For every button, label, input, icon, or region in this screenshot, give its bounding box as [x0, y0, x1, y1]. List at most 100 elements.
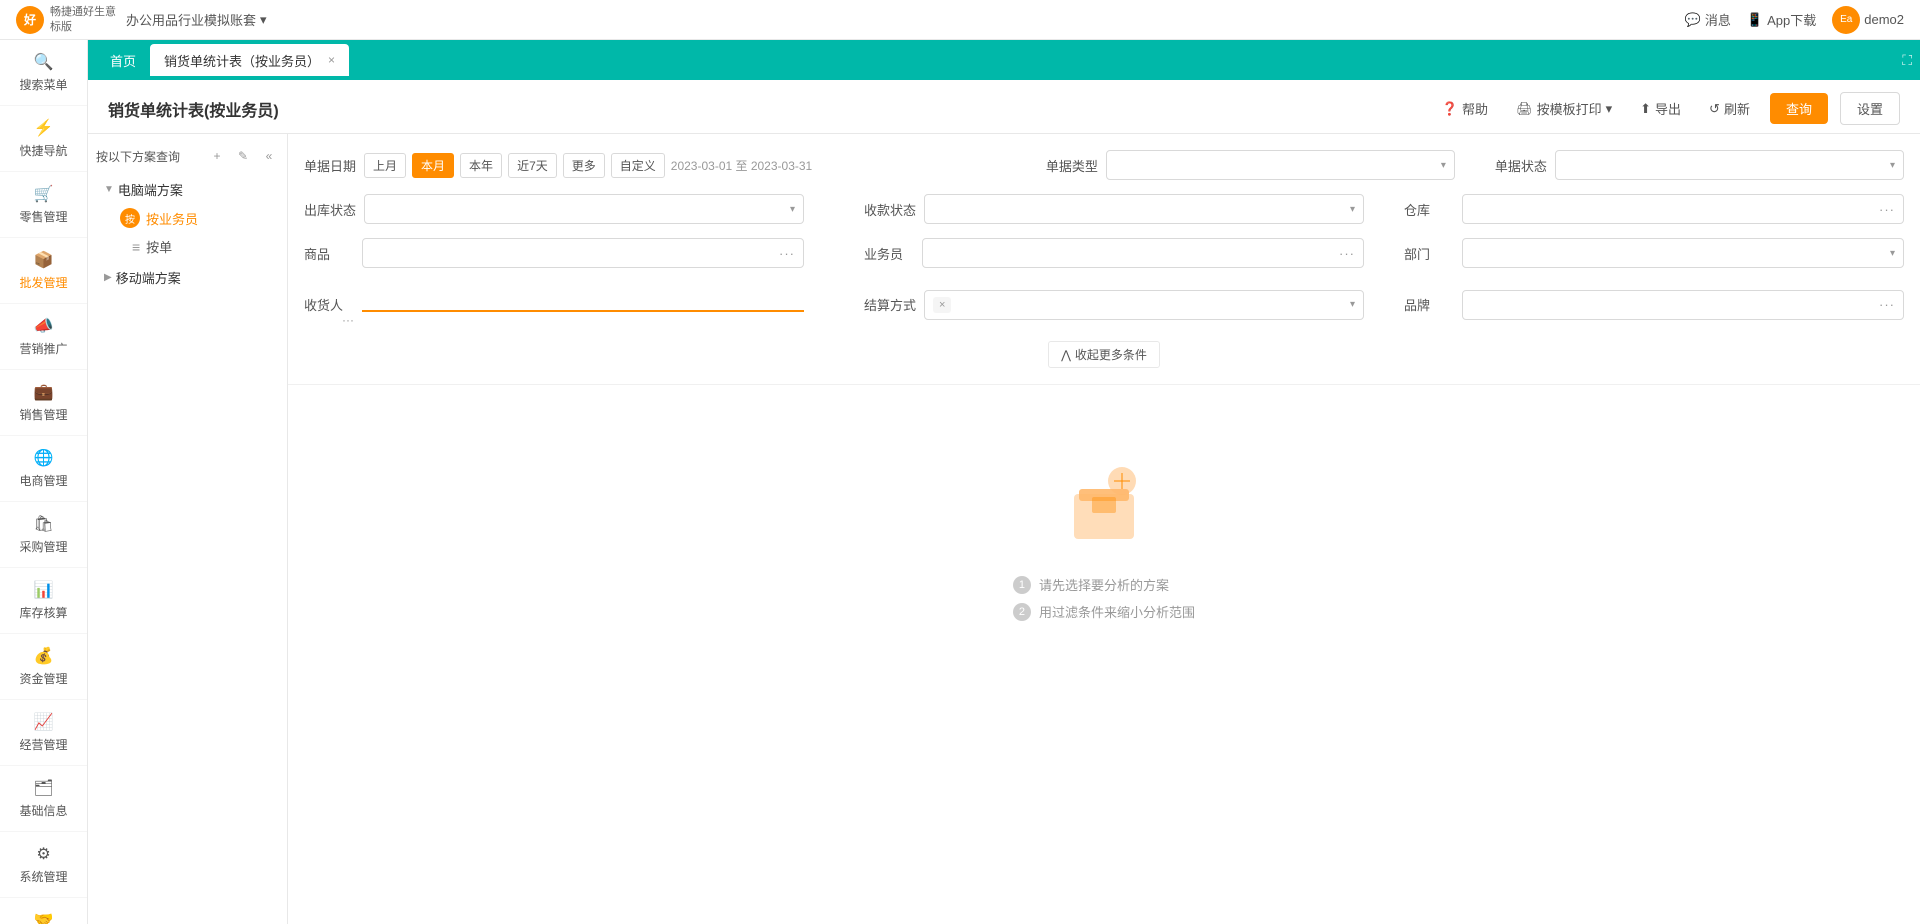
goods-dots-icon: ··· [779, 246, 795, 261]
avatar: Ea [1832, 6, 1860, 34]
out-status-select[interactable]: ▾ [364, 194, 804, 224]
tab-active[interactable]: 销货单统计表（按业务员） × [150, 44, 349, 76]
search-icon: 🔍 [4, 52, 83, 72]
date-btn-7days[interactable]: 近7天 [508, 153, 557, 178]
app-download-btn[interactable]: 📱 App下载 [1747, 10, 1816, 29]
tree-leaf-order[interactable]: ≡ 按单 [112, 233, 279, 260]
collect-status-select[interactable]: ▾ [924, 194, 1364, 224]
page-actions: ❓ 帮助 🖨 按模板打印 ▾ ⬆ 导出 ↺ [1434, 92, 1900, 125]
sales-select[interactable]: ··· [922, 238, 1364, 268]
top-bar: 好 畅捷通好生意 标版 办公用品行业模拟账套 ▾ 💬 消息 📱 App下载 [0, 0, 1920, 40]
filter-section: 单据日期 上月 本月 本年 近7天 更多 自定义 2023-03-01 至 20… [304, 150, 1904, 681]
tip-num-1: 1 [1013, 576, 1031, 594]
export-icon: ⬆ [1640, 101, 1651, 117]
sidebar-item-retail[interactable]: 🛒 零售管理 [0, 172, 87, 238]
empty-tip-1: 1 请先选择要分析的方案 [1013, 575, 1195, 594]
sidebar-item-operations[interactable]: 📈 经营管理 [0, 700, 87, 766]
collapse-icon: « [266, 149, 273, 163]
collapse-btn[interactable]: ⋀ 收起更多条件 [1048, 341, 1160, 368]
sidebar-item-quicknav[interactable]: ⚡ 快捷导航 [0, 106, 87, 172]
date-btn-lastmonth[interactable]: 上月 [364, 153, 406, 178]
page-content: 销货单统计表(按业务员) ❓ 帮助 🖨 按模板打印 ▾ ⬆ [88, 80, 1920, 924]
user-menu[interactable]: Ea demo2 [1832, 6, 1904, 34]
message-btn[interactable]: 💬 消息 [1685, 10, 1731, 29]
tab-close-btn[interactable]: × [328, 53, 335, 67]
panel-header: 按以下方案查询 + ✎ « [96, 146, 279, 166]
brand-select[interactable]: ··· [1462, 290, 1904, 320]
sidebar-item-basicinfo[interactable]: 🗂 基础信息 [0, 766, 87, 832]
sidebar-item-purchase[interactable]: 🛍 采购管理 [0, 502, 87, 568]
dept-select[interactable]: ▾ [1462, 238, 1904, 268]
tree-leaf-salesperson[interactable]: 按 按业务员 [112, 203, 279, 233]
tree-desktop-header[interactable]: ▼ 电脑端方案 [96, 176, 279, 203]
help-btn[interactable]: ❓ 帮助 [1434, 95, 1496, 122]
print-icon: 🖨 [1516, 101, 1533, 117]
filter-divider [288, 384, 1920, 385]
tree-collapse-icon: ▶ [104, 272, 112, 283]
date-range-display: 2023-03-01 至 2023-03-31 [671, 157, 812, 174]
date-btn-thismonth[interactable]: 本月 [412, 153, 454, 178]
filter-date-item: 单据日期 上月 本月 本年 近7天 更多 自定义 2023-03-01 至 20… [304, 153, 986, 178]
date-btn-thisyear[interactable]: 本年 [460, 153, 502, 178]
pay-method-select[interactable]: × ▾ [924, 290, 1364, 320]
left-panel: 按以下方案查询 + ✎ « [88, 134, 288, 924]
export-btn[interactable]: ⬆ 导出 [1632, 95, 1689, 122]
settings-btn[interactable]: 设置 [1840, 92, 1900, 125]
sidebar-item-finance[interactable]: 💰 资金管理 [0, 634, 87, 700]
filter-row-1: 单据日期 上月 本月 本年 近7天 更多 自定义 2023-03-01 至 20… [304, 150, 1904, 180]
tree-mobile-header[interactable]: ▶ 移动端方案 [96, 264, 279, 291]
add-scheme-btn[interactable]: + [207, 146, 227, 166]
empty-tips: 1 请先选择要分析的方案 2 用过滤条件来缩小分析范围 [1013, 575, 1195, 621]
date-btn-more[interactable]: 更多 [563, 153, 605, 178]
cooperation-icon: 🤝 [4, 910, 83, 924]
sidebar-item-sales[interactable]: 💼 销售管理 [0, 370, 87, 436]
tab-home[interactable]: 首页 [96, 44, 150, 76]
filter-doctype-item: 单据类型 ▾ [1046, 150, 1455, 180]
doc-type-select[interactable]: ▾ [1106, 150, 1455, 180]
receiver-input[interactable] [362, 282, 804, 312]
pay-method-clear-btn[interactable]: × [939, 299, 945, 311]
sidebar-item-wholesale[interactable]: 📦 批发管理 [0, 238, 87, 304]
sidebar-item-ecommerce[interactable]: 🌐 电商管理 [0, 436, 87, 502]
sidebar-item-system[interactable]: ⚙ 系统管理 [0, 832, 87, 898]
brand-dots-icon: ··· [1879, 297, 1895, 312]
filter-docstatus-item: 单据状态 ▾ [1495, 150, 1904, 180]
refresh-btn[interactable]: ↺ 刷新 [1701, 95, 1758, 122]
warehouse-select[interactable]: ··· [1462, 194, 1904, 224]
doc-status-select[interactable]: ▾ [1555, 150, 1904, 180]
edit-scheme-btn[interactable]: ✎ [233, 146, 253, 166]
message-icon: 💬 [1685, 12, 1701, 28]
print-dropdown-icon: ▾ [1606, 101, 1613, 117]
app-container: 好 畅捷通好生意 标版 办公用品行业模拟账套 ▾ 💬 消息 📱 App下载 [0, 0, 1920, 924]
sidebar-item-inventory[interactable]: 📊 库存核算 [0, 568, 87, 634]
logo-text: 畅捷通好生意 标版 [50, 5, 116, 34]
edit-icon: ✎ [238, 149, 248, 163]
tree-expand-icon: ▼ [104, 184, 114, 195]
logo-area: 好 畅捷通好生意 标版 [16, 5, 116, 34]
refresh-icon: ↺ [1709, 101, 1720, 117]
date-btn-custom[interactable]: 自定义 [611, 153, 665, 178]
sidebar-item-cooperation[interactable]: 🤝 企业协同 [0, 898, 87, 924]
finance-icon: 💰 [4, 646, 83, 666]
collapse-panel-btn[interactable]: « [259, 146, 279, 166]
pay-method-chip: × [933, 297, 951, 313]
filter-date-group: 上月 本月 本年 近7天 更多 自定义 2023-03-01 至 2023-03… [364, 153, 986, 178]
empty-state: 1 请先选择要分析的方案 2 用过滤条件来缩小分析范围 [304, 399, 1904, 681]
query-btn[interactable]: 查询 [1770, 93, 1828, 124]
tab-maximize-btn[interactable]: ⛶ [1902, 52, 1912, 69]
panel-header-icons: + ✎ « [207, 146, 279, 166]
account-dropdown[interactable]: 办公用品行业模拟账套 ▾ [126, 10, 267, 29]
docstatus-dropdown-icon: ▾ [1890, 160, 1895, 171]
page-title: 销货单统计表(按业务员) [108, 97, 279, 121]
retail-icon: 🛒 [4, 184, 83, 204]
filter-goods-item: 商品 ··· [304, 238, 804, 268]
empty-tip-2: 2 用过滤条件来缩小分析范围 [1013, 602, 1195, 621]
page-header: 销货单统计表(按业务员) ❓ 帮助 🖨 按模板打印 ▾ ⬆ [88, 80, 1920, 134]
print-btn[interactable]: 🖨 按模板打印 ▾ [1508, 95, 1620, 122]
goods-select[interactable]: ··· [362, 238, 804, 268]
empty-illustration [1054, 459, 1154, 559]
sidebar-item-marketing[interactable]: 📣 营销推广 [0, 304, 87, 370]
sidebar-item-search[interactable]: 🔍 搜索菜单 [0, 40, 87, 106]
collectstatus-dropdown-icon: ▾ [1350, 204, 1355, 215]
receiver-dots-icon: ··· [342, 313, 354, 327]
